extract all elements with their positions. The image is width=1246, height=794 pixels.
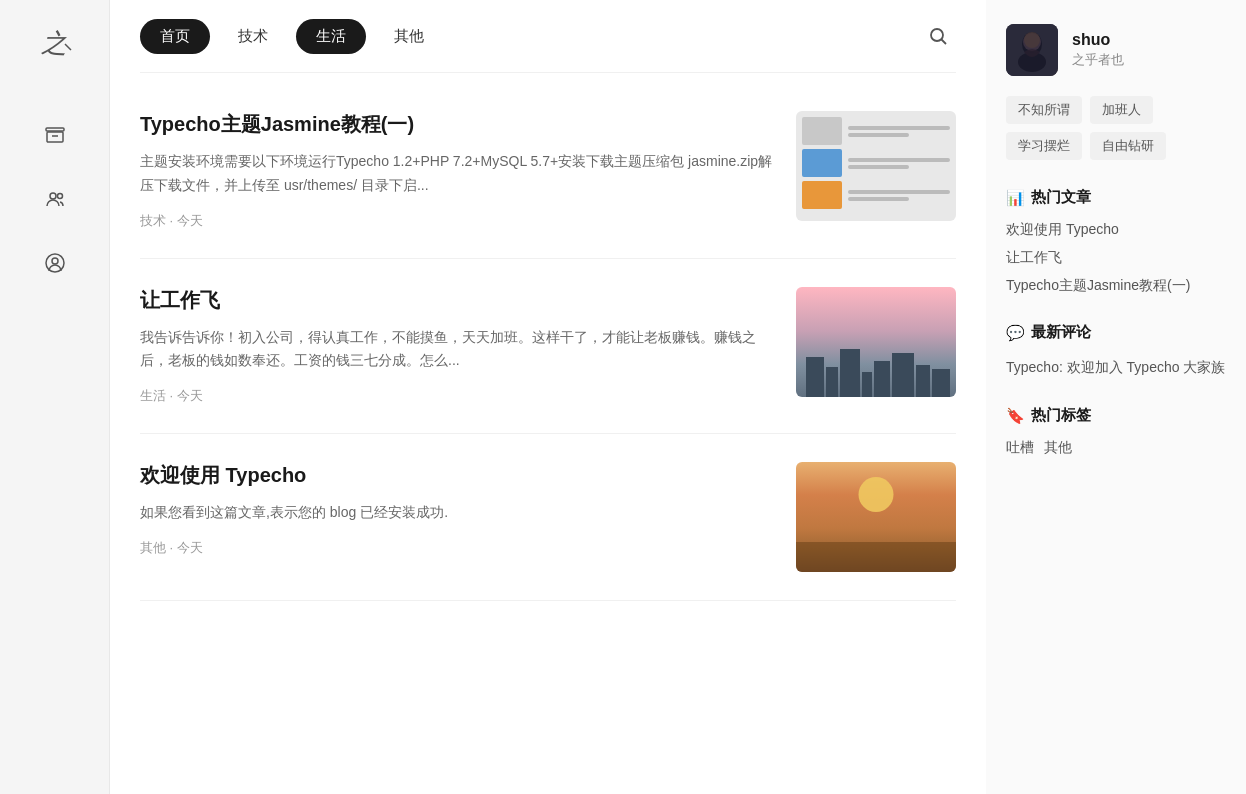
svg-text:之: 之 bbox=[41, 29, 67, 58]
main-content: 首页 技术 生活 其他 Typecho主题Jasmine教程(一) 主题安装环境… bbox=[110, 0, 986, 794]
post-item: Typecho主题Jasmine教程(一) 主题安装环境需要以下环境运行Type… bbox=[140, 83, 956, 259]
left-sidebar: 之 bbox=[0, 0, 110, 794]
hot-tags-section: 🔖 热门标签 吐槽 其他 bbox=[1006, 406, 1226, 457]
avatar bbox=[1006, 24, 1058, 76]
post-excerpt: 如果您看到这篇文章,表示您的 blog 已经安装成功. bbox=[140, 501, 776, 525]
nav-item-tech[interactable]: 技术 bbox=[218, 19, 288, 54]
svg-line-10 bbox=[942, 40, 947, 45]
top-nav: 首页 技术 生活 其他 bbox=[140, 0, 956, 73]
archive-icon[interactable] bbox=[37, 117, 73, 153]
hot-tag-list: 吐槽 其他 bbox=[1006, 439, 1226, 457]
post-content: Typecho主题Jasmine教程(一) 主题安装环境需要以下环境运行Type… bbox=[140, 111, 776, 230]
svg-point-5 bbox=[50, 193, 56, 199]
post-content: 让工作飞 我告诉告诉你！初入公司，得认真工作，不能摸鱼，天天加班。这样干了，才能… bbox=[140, 287, 776, 406]
post-item: 让工作飞 我告诉告诉你！初入公司，得认真工作，不能摸鱼，天天加班。这样干了，才能… bbox=[140, 259, 956, 435]
nav-item-life[interactable]: 生活 bbox=[296, 19, 366, 54]
post-excerpt: 主题安装环境需要以下环境运行Typecho 1.2+PHP 7.2+MySQL … bbox=[140, 150, 776, 198]
tag-item[interactable]: 学习摆烂 bbox=[1006, 132, 1082, 160]
search-button[interactable] bbox=[920, 18, 956, 54]
profile-section: shuo 之乎者也 bbox=[1006, 24, 1226, 76]
nav-item-other[interactable]: 其他 bbox=[374, 19, 444, 54]
site-logo[interactable]: 之 bbox=[37, 24, 73, 67]
latest-comments-section: 💬 最新评论 Typecho: 欢迎加入 Typecho 大家族 bbox=[1006, 323, 1226, 378]
post-item: 欢迎使用 Typecho 如果您看到这篇文章,表示您的 blog 已经安装成功.… bbox=[140, 434, 956, 601]
svg-point-8 bbox=[52, 258, 58, 264]
tag-item[interactable]: 自由钻研 bbox=[1090, 132, 1166, 160]
latest-comments-icon: 💬 bbox=[1006, 324, 1025, 342]
sidebar-icon-list bbox=[37, 117, 73, 281]
post-content: 欢迎使用 Typecho 如果您看到这篇文章,表示您的 blog 已经安装成功.… bbox=[140, 462, 776, 557]
latest-comments-title: 💬 最新评论 bbox=[1006, 323, 1226, 342]
right-sidebar: shuo 之乎者也 不知所谓 加班人 学习摆烂 自由钻研 📊 热门文章 欢迎使用… bbox=[986, 0, 1246, 794]
profile-info: shuo 之乎者也 bbox=[1072, 31, 1124, 69]
tag-item[interactable]: 加班人 bbox=[1090, 96, 1153, 124]
user-tags-section: 不知所谓 加班人 学习摆烂 自由钻研 bbox=[1006, 96, 1226, 160]
post-title[interactable]: 欢迎使用 Typecho bbox=[140, 462, 776, 489]
post-meta: 其他 · 今天 bbox=[140, 539, 776, 557]
hot-articles-section: 📊 热门文章 欢迎使用 Typecho 让工作飞 Typecho主题Jasmin… bbox=[1006, 188, 1226, 295]
profile-name: shuo bbox=[1072, 31, 1124, 49]
post-meta: 生活 · 今天 bbox=[140, 387, 776, 405]
post-meta: 技术 · 今天 bbox=[140, 212, 776, 230]
comment-text: Typecho: 欢迎加入 Typecho 大家族 bbox=[1006, 356, 1226, 378]
profile-subtitle: 之乎者也 bbox=[1072, 51, 1124, 69]
hot-article-link[interactable]: 欢迎使用 Typecho bbox=[1006, 221, 1226, 239]
hot-article-link[interactable]: 让工作飞 bbox=[1006, 249, 1226, 267]
hot-articles-icon: 📊 bbox=[1006, 189, 1025, 207]
hot-tag-item[interactable]: 吐槽 bbox=[1006, 439, 1034, 457]
svg-rect-3 bbox=[47, 132, 63, 142]
post-thumbnail[interactable] bbox=[796, 111, 956, 221]
hot-tags-title: 🔖 热门标签 bbox=[1006, 406, 1226, 425]
hot-articles-title: 📊 热门文章 bbox=[1006, 188, 1226, 207]
svg-point-6 bbox=[57, 194, 62, 199]
svg-rect-2 bbox=[46, 128, 64, 131]
tag-item[interactable]: 不知所谓 bbox=[1006, 96, 1082, 124]
account-icon[interactable] bbox=[37, 245, 73, 281]
post-thumbnail[interactable] bbox=[796, 462, 956, 572]
hot-tag-item[interactable]: 其他 bbox=[1044, 439, 1072, 457]
nav-item-home[interactable]: 首页 bbox=[140, 19, 210, 54]
post-title[interactable]: Typecho主题Jasmine教程(一) bbox=[140, 111, 776, 138]
svg-point-15 bbox=[1024, 32, 1040, 48]
hot-tags-icon: 🔖 bbox=[1006, 407, 1025, 425]
svg-point-9 bbox=[931, 29, 943, 41]
posts-list: Typecho主题Jasmine教程(一) 主题安装环境需要以下环境运行Type… bbox=[140, 73, 956, 601]
post-excerpt: 我告诉告诉你！初入公司，得认真工作，不能摸鱼，天天加班。这样干了，才能让老板赚钱… bbox=[140, 326, 776, 374]
post-thumbnail[interactable] bbox=[796, 287, 956, 397]
user-group-icon[interactable] bbox=[37, 181, 73, 217]
post-title[interactable]: 让工作飞 bbox=[140, 287, 776, 314]
hot-article-link[interactable]: Typecho主题Jasmine教程(一) bbox=[1006, 277, 1226, 295]
